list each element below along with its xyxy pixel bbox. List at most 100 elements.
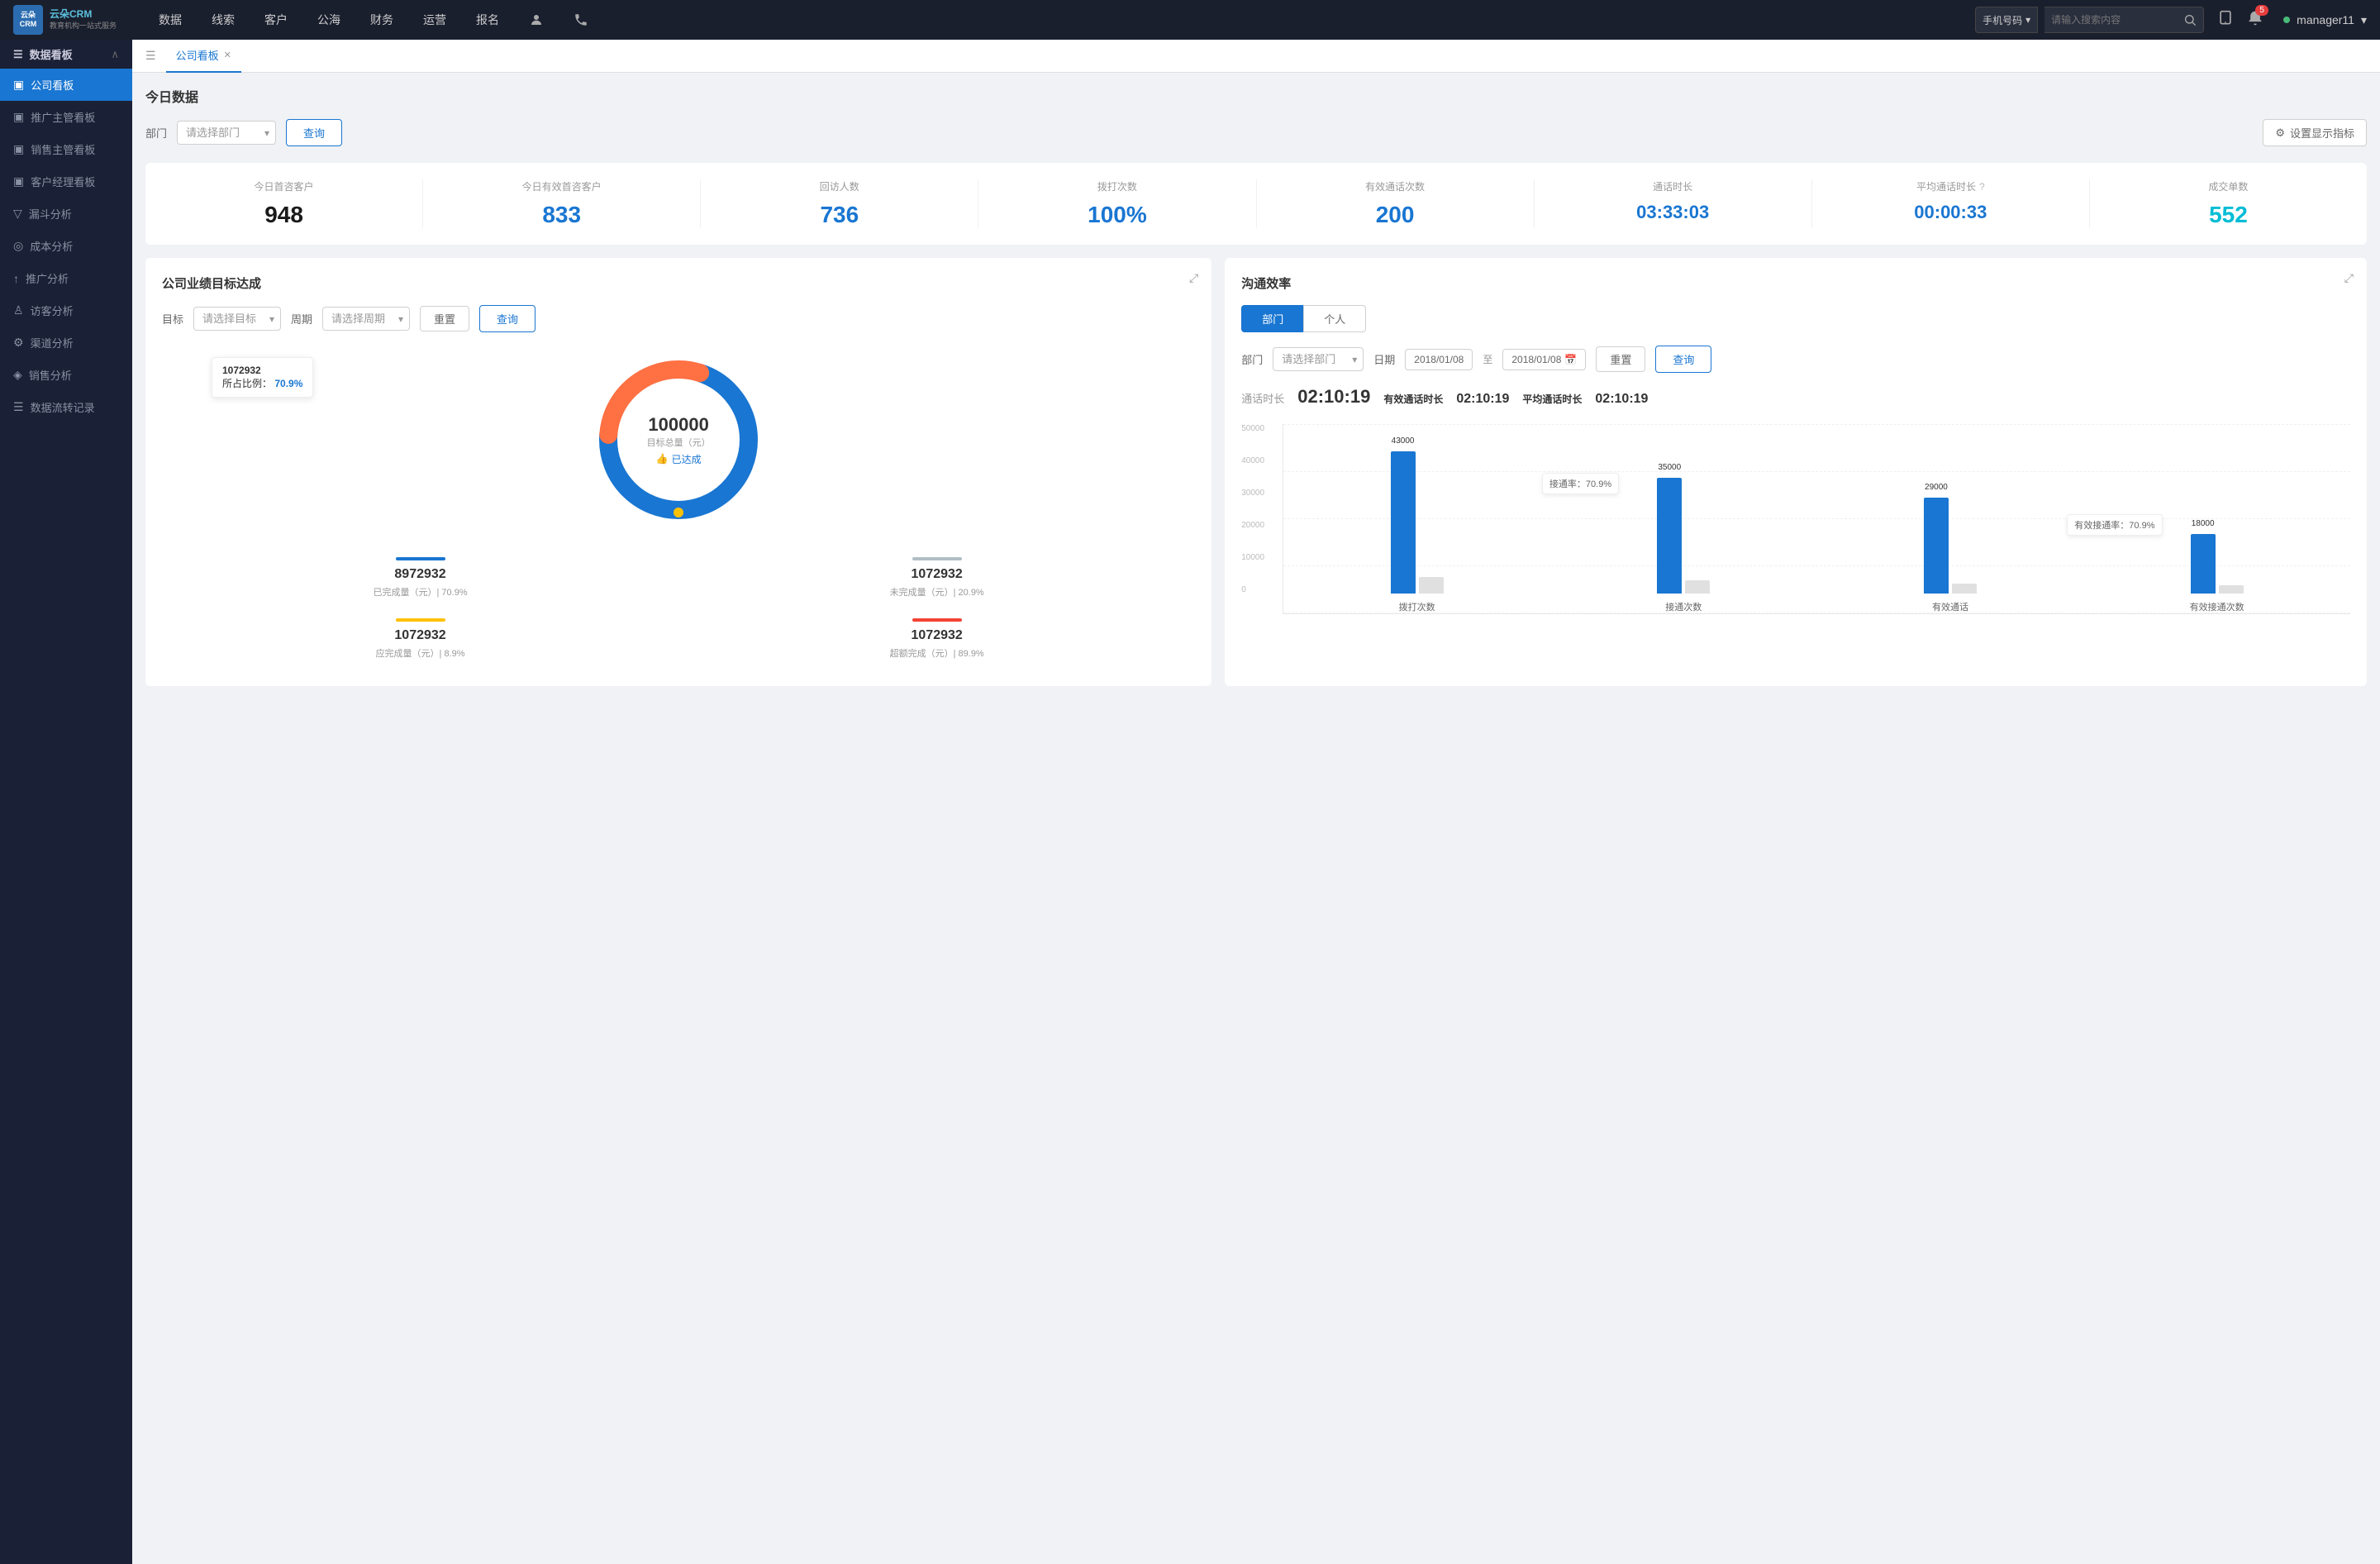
- stat-effective-calls: 有效通话次数 200: [1257, 179, 1535, 228]
- bar-0-main: 43000: [1391, 451, 1416, 594]
- dept-select[interactable]: 请选择部门: [177, 121, 276, 145]
- stat-dial-count: 拨打次数 100%: [978, 179, 1256, 228]
- sidebar-item-promo-manager[interactable]: ▣ 推广主管看板: [0, 101, 132, 133]
- nav-item-leads[interactable]: 线索: [198, 0, 248, 40]
- notification-icon[interactable]: 5: [2247, 10, 2263, 31]
- stat-label-3: 拨打次数: [992, 179, 1242, 193]
- nav-item-signup[interactable]: 报名: [463, 0, 512, 40]
- eff-dept-select[interactable]: 请选择部门: [1273, 347, 1364, 371]
- sidebar-section-title: ☰ 数据看板: [13, 46, 73, 62]
- nav-item-finance[interactable]: 财务: [357, 0, 407, 40]
- sidebar-item-channel[interactable]: ⚙ 渠道分析: [0, 327, 132, 359]
- thumb-icon: 👍: [656, 453, 669, 465]
- eff-expand-button[interactable]: ⤢: [2344, 271, 2354, 285]
- eff-dept-select-wrap: 请选择部门: [1273, 347, 1364, 371]
- sidebar-item-promo-analysis[interactable]: ↑ 推广分析: [0, 262, 132, 294]
- settings-icon: ⚙: [2275, 126, 2285, 140]
- user-area[interactable]: manager11 ▾: [2283, 13, 2367, 27]
- sidebar-section-header[interactable]: ☰ 数据看板 ∧: [0, 40, 132, 69]
- y-label-2: 20000: [1241, 521, 1283, 530]
- search-input[interactable]: [2051, 14, 2183, 26]
- sidebar-label-cost: 成本分析: [30, 238, 73, 254]
- stat-revisit: 回访人数 736: [701, 179, 978, 228]
- goal-expand-button[interactable]: ⤢: [1189, 271, 1198, 285]
- eff-tab-dept[interactable]: 部门: [1241, 305, 1303, 332]
- sidebar-item-sales-manager[interactable]: ▣ 销售主管看板: [0, 133, 132, 165]
- y-label-1: 10000: [1241, 553, 1283, 562]
- goal-label: 目标: [162, 311, 183, 327]
- chart-body: 43000 拨打次数 接通率：70.9%: [1283, 424, 2350, 614]
- sidebar-item-account-manager[interactable]: ▣ 客户经理看板: [0, 165, 132, 198]
- sidebar-item-cost[interactable]: ◎ 成本分析: [0, 230, 132, 262]
- tab-bar: ☰ 公司看板 ✕: [132, 40, 2380, 73]
- settings-button[interactable]: ⚙ 设置显示指标: [2263, 119, 2367, 146]
- period-label: 周期: [291, 311, 312, 327]
- tab-close-icon[interactable]: ✕: [224, 50, 231, 60]
- nav-item-data[interactable]: 数据: [145, 0, 195, 40]
- bar-1-secondary: [1685, 580, 1710, 594]
- sidebar-icon-company: ▣: [13, 78, 24, 92]
- nav-item-person-icon[interactable]: [516, 0, 557, 40]
- sidebar-item-visitor[interactable]: ♙ 访客分析: [0, 294, 132, 327]
- nav-item-ops[interactable]: 运营: [410, 0, 459, 40]
- goal-stat-val-2: 1072932: [175, 628, 665, 643]
- today-query-button[interactable]: 查询: [286, 119, 342, 146]
- goal-panel-title: 公司业绩目标达成: [162, 274, 1195, 292]
- eff-filter-bar: 部门 请选择部门 日期 2018/01/08 至 2018/01/08 📅: [1241, 346, 2350, 373]
- tab-label: 公司看板: [176, 47, 219, 63]
- page-content: 今日数据 部门 请选择部门 查询 ⚙ 设置显示指标 今日首咨客户: [132, 73, 2380, 699]
- goal-stat-desc-2: 应完成量（元）| 8.9%: [175, 646, 665, 660]
- goal-stat-desc-1: 未完成量（元）| 20.9%: [692, 585, 1182, 598]
- bar-3-main: 18000: [2191, 534, 2216, 594]
- calendar-icon: 📅: [1564, 354, 1577, 365]
- sidebar-item-company-board[interactable]: ▣ 公司看板: [0, 69, 132, 101]
- y-label-3: 30000: [1241, 489, 1283, 498]
- device-icon[interactable]: [2217, 10, 2234, 31]
- sidebar-item-funnel[interactable]: ▽ 漏斗分析: [0, 198, 132, 230]
- sidebar-item-data-flow[interactable]: ☰ 数据流转记录: [0, 391, 132, 423]
- sidebar-label-promo-analysis: 推广分析: [26, 270, 69, 286]
- bar-1-main: 35000: [1657, 478, 1682, 594]
- goal-stat-val-0: 8972932: [175, 567, 665, 582]
- bar-0-main-label: 43000: [1392, 436, 1415, 446]
- goal-reset-button[interactable]: 重置: [420, 306, 469, 331]
- goal-query-button[interactable]: 查询: [479, 305, 536, 332]
- stats-row: 今日首咨客户 948 今日有效首咨客户 833 回访人数 736 拨打次数 10…: [145, 163, 2367, 245]
- stat-label-1: 今日有效首咨客户: [436, 179, 687, 193]
- tab-menu-button[interactable]: ☰: [145, 49, 156, 63]
- eff-date-label: 日期: [1373, 351, 1395, 367]
- bar-3-main-rect: [2191, 534, 2216, 594]
- search-type-selector[interactable]: 手机号码 ▾: [1975, 7, 2038, 33]
- bar-1-main-rect: [1657, 478, 1682, 594]
- sidebar-item-sales-analysis[interactable]: ◈ 销售分析: [0, 359, 132, 391]
- help-icon: ?: [1979, 181, 1985, 193]
- user-chevron: ▾: [2361, 13, 2367, 27]
- tab-company-board[interactable]: 公司看板 ✕: [166, 40, 241, 73]
- nav-item-phone-icon[interactable]: [560, 0, 602, 40]
- goal-select[interactable]: 请选择目标: [193, 307, 281, 331]
- date-start-input[interactable]: 2018/01/08: [1405, 349, 1473, 370]
- avg-call-label: 平均通话时长: [1522, 393, 1582, 405]
- sidebar-label-company: 公司看板: [31, 77, 74, 93]
- bar-2-main-label: 29000: [1925, 483, 1948, 492]
- eff-reset-button[interactable]: 重置: [1596, 346, 1645, 372]
- date-end-input[interactable]: 2018/01/08 📅: [1502, 349, 1586, 370]
- goal-filter-bar: 目标 请选择目标 周期 请选择周期 重置: [162, 305, 1195, 332]
- sidebar-section-label: 数据看板: [30, 46, 73, 62]
- bar-2-secondary: [1952, 584, 1977, 594]
- chart-area: 0 10000 20000 30000 40000 50000: [1241, 424, 2350, 614]
- bar-group-2: 29000 有效通话: [1817, 448, 2084, 613]
- grid-line-4: [1283, 424, 2350, 425]
- period-select[interactable]: 请选择周期: [322, 307, 410, 331]
- eff-tab-personal[interactable]: 个人: [1303, 305, 1366, 332]
- eff-query-button[interactable]: 查询: [1655, 346, 1711, 373]
- nav-item-pool[interactable]: 公海: [304, 0, 354, 40]
- nav-icons: 5 manager11 ▾: [2217, 10, 2367, 31]
- sidebar-label-account: 客户经理看板: [31, 174, 95, 189]
- nav-item-customers[interactable]: 客户: [251, 0, 301, 40]
- logo-text: 云朵CRM 教育机构一站式服务: [50, 8, 117, 31]
- stat-value-1: 833: [436, 202, 687, 228]
- tooltip-value: 1072932: [222, 365, 302, 376]
- goal-stat-desc-3: 超额完成（元）| 89.9%: [692, 646, 1182, 660]
- eff-duration-value: 02:10:19: [1456, 392, 1509, 407]
